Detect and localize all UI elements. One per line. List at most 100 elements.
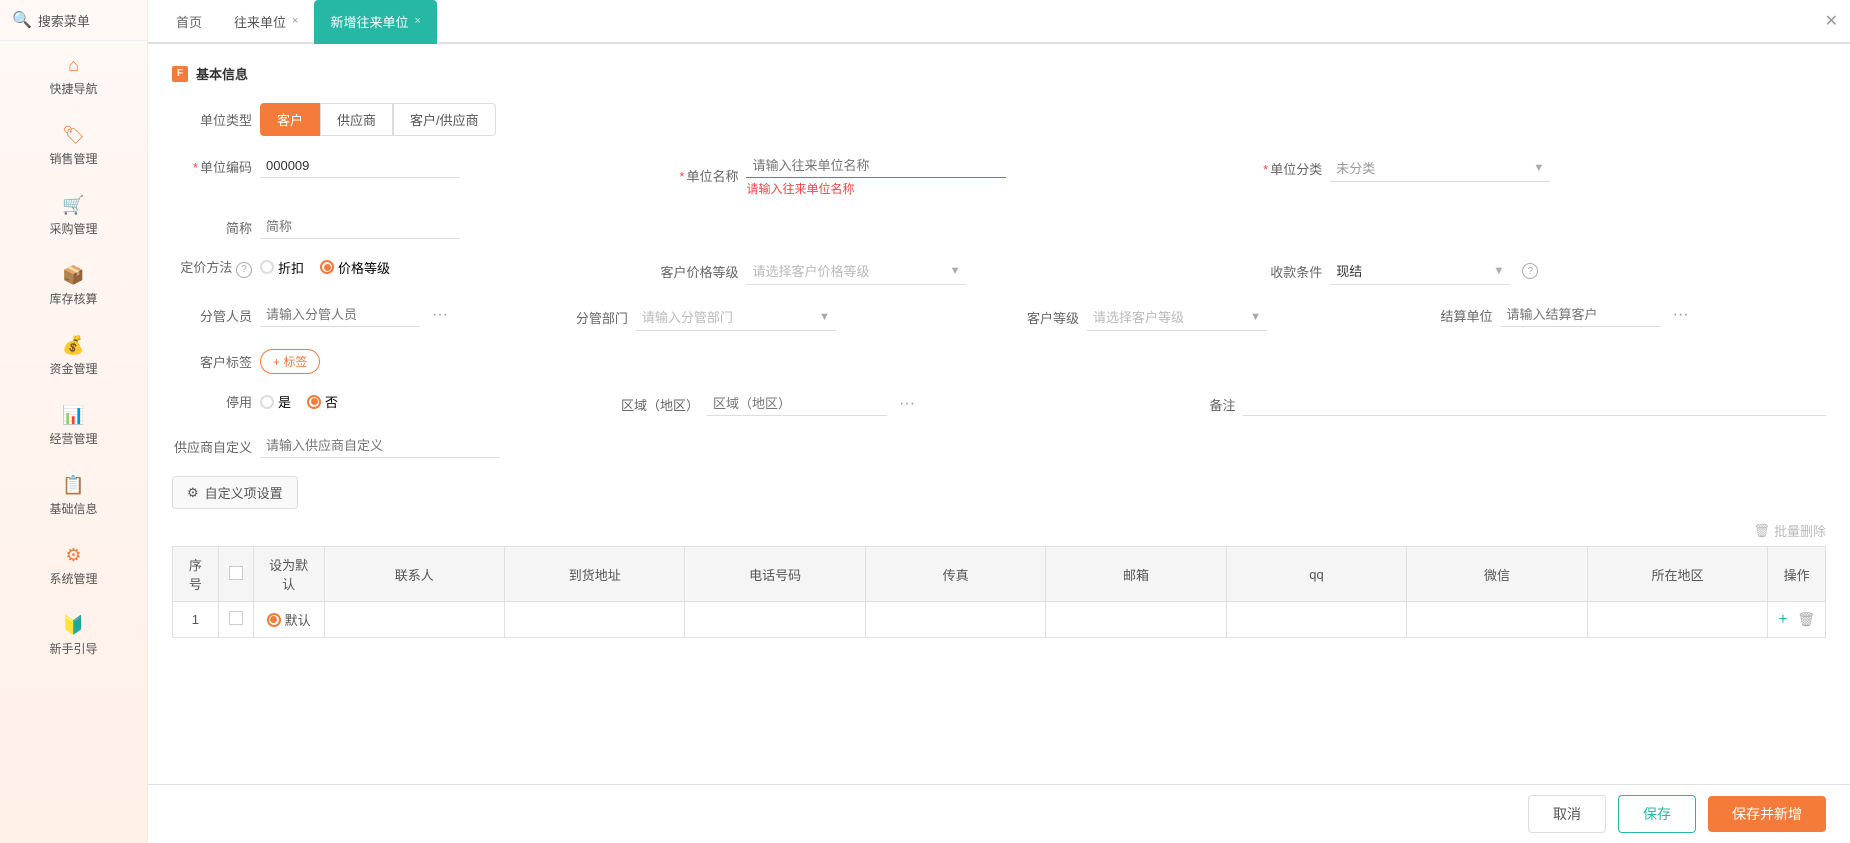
unit-type-customer-btn[interactable]: 客户 <box>260 103 320 136</box>
col-num: 序号 <box>173 547 219 602</box>
save-new-button[interactable]: 保存并新增 <box>1708 796 1826 832</box>
tab-partners[interactable]: 往来单位 × <box>218 0 314 44</box>
row-contact[interactable] <box>324 602 504 638</box>
remark-input[interactable] <box>1243 392 1826 416</box>
disabled-region-row: 停用 是 否 区域（地区） ··· <box>172 392 1826 416</box>
tab-new-partner[interactable]: 新增往来单位 × <box>314 0 436 44</box>
sidebar-item-label: 新手引导 <box>49 640 97 657</box>
add-tag-button[interactable]: + 标签 <box>260 349 320 374</box>
radio-price-level-circle <box>320 260 334 274</box>
batch-delete-label[interactable]: 批量删除 <box>1774 521 1826 540</box>
chevron-down-icon: ▼ <box>819 311 830 323</box>
tab-home[interactable]: 首页 <box>160 0 218 44</box>
department-select[interactable]: 请输入分管部门 ▼ <box>636 303 836 331</box>
radio-no[interactable]: 否 <box>307 392 338 411</box>
select-all-checkbox[interactable] <box>229 566 243 580</box>
unit-name-input[interactable] <box>746 154 1006 178</box>
global-close-button[interactable]: ✕ <box>1825 11 1838 31</box>
customer-price-level-field: 客户价格等级 请选择客户价格等级 ▼ <box>658 257 1242 285</box>
tag-icon: 🏷 <box>62 125 85 146</box>
manager-row: 分管人员 ··· 分管部门 请输入分管部门 ▼ 客户等级 请选择客户等级 ▼ <box>172 303 1826 331</box>
radio-discount[interactable]: 折扣 <box>260 258 304 277</box>
row-add-icon[interactable]: + <box>1778 611 1787 628</box>
col-phone: 电话号码 <box>685 547 865 602</box>
sidebar-item-label: 基础信息 <box>49 500 97 517</box>
unit-code-input[interactable] <box>260 154 460 178</box>
payment-terms-label: 收款条件 <box>1242 262 1322 281</box>
sidebar-item-newbie[interactable]: 🔰 新手引导 <box>0 601 147 671</box>
cancel-button[interactable]: 取消 <box>1528 795 1606 833</box>
row-qq-input[interactable] <box>1237 612 1397 627</box>
sidebar-item-purchase[interactable]: 🛒 采购管理 <box>0 181 147 251</box>
row-email[interactable] <box>1046 602 1226 638</box>
sidebar-item-sales[interactable]: 🏷 销售管理 <box>0 111 147 181</box>
row-default-radio[interactable]: 默认 <box>264 610 314 629</box>
customer-price-level-select[interactable]: 请选择客户价格等级 ▼ <box>746 257 966 285</box>
row-wechat-input[interactable] <box>1417 612 1576 627</box>
sidebar-search[interactable]: 🔍 搜索菜单 <box>0 0 147 41</box>
unit-category-label: *单位分类 <box>1242 159 1322 178</box>
newbie-icon: 🔰 <box>62 615 84 636</box>
settlement-more-icon[interactable]: ··· <box>1669 306 1693 324</box>
unit-category-select[interactable]: 未分类 ▼ <box>1330 154 1550 182</box>
sidebar-item-system[interactable]: ⚙ 系统管理 <box>0 531 147 601</box>
sidebar-item-label: 快捷导航 <box>49 80 97 97</box>
sidebar-item-basic[interactable]: 📋 基础信息 <box>0 461 147 531</box>
settlement-unit-input[interactable] <box>1501 303 1661 327</box>
sidebar-item-inventory[interactable]: 📦 库存核算 <box>0 251 147 321</box>
sidebar-item-label: 采购管理 <box>49 220 97 237</box>
payment-help-icon[interactable]: ? <box>1522 263 1538 279</box>
shortname-input[interactable] <box>260 215 460 239</box>
radio-yes-circle <box>260 395 274 409</box>
unit-name-label: *单位名称 <box>658 166 738 185</box>
row-phone-input[interactable] <box>695 612 854 627</box>
manager-more-icon[interactable]: ··· <box>428 306 452 324</box>
region-more-icon[interactable]: ··· <box>895 395 919 413</box>
table-row: 1 默认 <box>173 602 1826 638</box>
radio-yes[interactable]: 是 <box>260 392 291 411</box>
pricing-method-field: 定价方法 ? 折扣 价格等级 <box>172 257 658 278</box>
tab-partners-close[interactable]: × <box>292 15 298 27</box>
payment-terms-select[interactable]: 现结 ▼ <box>1330 257 1510 285</box>
disabled-radios: 是 否 <box>260 392 338 411</box>
row-email-input[interactable] <box>1056 612 1215 627</box>
row-contact-input[interactable] <box>335 612 494 627</box>
row-check[interactable] <box>218 602 253 638</box>
manager-input[interactable] <box>260 303 420 327</box>
region-input[interactable] <box>707 392 887 416</box>
tab-new-partner-close[interactable]: × <box>414 15 420 27</box>
sidebar-item-label: 经营管理 <box>49 430 97 447</box>
row-fax-input[interactable] <box>876 612 1035 627</box>
unit-type-supplier-btn[interactable]: 供应商 <box>320 103 393 136</box>
code-name-category-row: *单位编码 *单位名称 请输入往来单位名称 *单位分类 未分类 ▼ <box>172 154 1826 197</box>
row-address[interactable] <box>505 602 685 638</box>
department-value: 请输入分管部门 <box>642 307 815 326</box>
sidebar: 🔍 搜索菜单 ⌂ 快捷导航 🏷 销售管理 🛒 采购管理 📦 库存核算 💰 资金管… <box>0 0 148 843</box>
payment-terms-field: 收款条件 现结 ▼ ? <box>1242 257 1826 285</box>
gear-icon: ⚙ <box>187 485 199 501</box>
radio-price-level[interactable]: 价格等级 <box>320 258 390 277</box>
custom-settings-button[interactable]: ⚙ 自定义项设置 <box>172 476 298 509</box>
pricing-help-icon[interactable]: ? <box>236 262 252 278</box>
supplier-custom-input[interactable] <box>260 434 500 458</box>
sidebar-item-quick-nav[interactable]: ⌂ 快捷导航 <box>0 41 147 111</box>
unit-code-field: *单位编码 <box>172 154 658 178</box>
save-button[interactable]: 保存 <box>1618 795 1696 833</box>
row-wechat[interactable] <box>1407 602 1587 638</box>
row-action: + 🗑 <box>1768 602 1826 638</box>
customer-level-select[interactable]: 请选择客户等级 ▼ <box>1087 303 1267 331</box>
row-fax[interactable] <box>865 602 1045 638</box>
remark-field: 备注 <box>1155 392 1826 416</box>
row-phone[interactable] <box>685 602 865 638</box>
row-checkbox[interactable] <box>229 611 243 625</box>
row-qq[interactable] <box>1226 602 1407 638</box>
row-delete-icon[interactable]: 🗑 <box>1797 611 1815 627</box>
tab-bar: 首页 往来单位 × 新增往来单位 × ✕ <box>148 0 1850 44</box>
row-region-input[interactable] <box>1598 612 1757 627</box>
section-header: F 基本信息 <box>172 64 1826 83</box>
sidebar-item-finance[interactable]: 💰 资金管理 <box>0 321 147 391</box>
row-region[interactable] <box>1587 602 1767 638</box>
row-address-input[interactable] <box>515 612 674 627</box>
sidebar-item-operations[interactable]: 📊 经营管理 <box>0 391 147 461</box>
unit-type-both-btn[interactable]: 客户/供应商 <box>393 103 496 136</box>
